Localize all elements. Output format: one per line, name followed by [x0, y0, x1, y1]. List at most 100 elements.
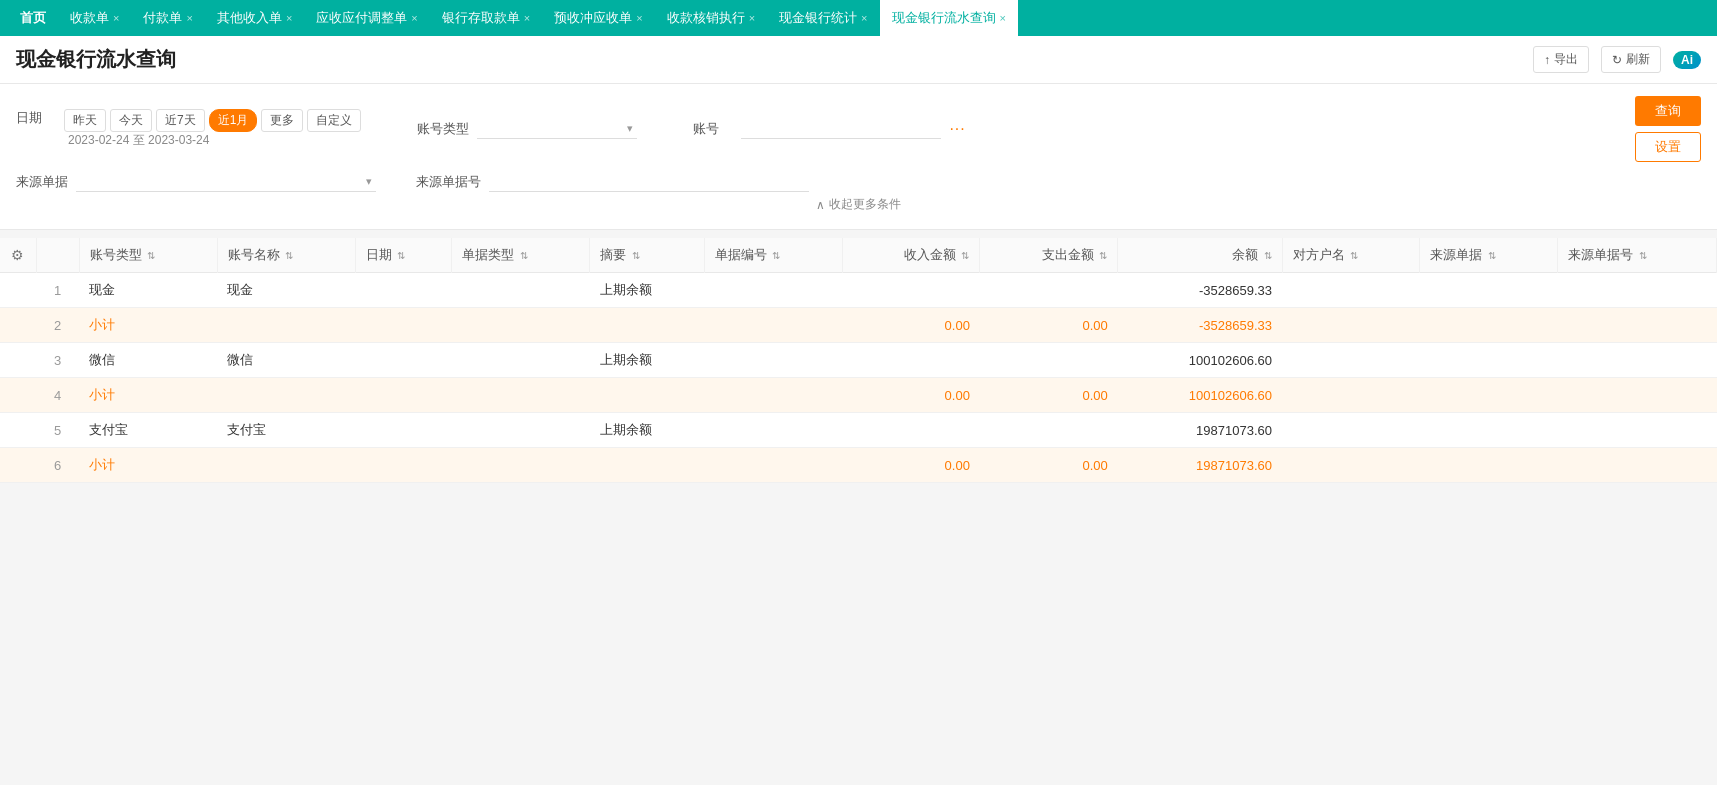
col-balance[interactable]: 余额 ⇅ [1118, 238, 1282, 273]
cell-settings [0, 308, 36, 343]
cell-counterpart [1282, 308, 1420, 343]
main-table: ⚙ 账号类型 ⇅ 账号名称 ⇅ 日期 ⇅ 单据类型 ⇅ [0, 238, 1717, 483]
source-doc-no-label: 来源单据号 [416, 173, 481, 191]
source-doc-select[interactable] [76, 172, 376, 191]
filter-row-2: 来源单据 ▾ 来源单据号 [16, 172, 1701, 192]
col-income[interactable]: 收入金额 ⇅ [842, 238, 980, 273]
sort-account-name: ⇅ [285, 250, 293, 261]
cell-income: 0.00 [842, 308, 980, 343]
cell-doc-no [704, 378, 842, 413]
nav-bank-deposit[interactable]: 银行存取款单 × [430, 0, 542, 36]
cell-counterpart [1282, 273, 1420, 308]
table-row[interactable]: 5 支付宝 支付宝 上期余额 19871073.60 [0, 413, 1717, 448]
collapse-bar[interactable]: ∧ 收起更多条件 [16, 192, 1701, 217]
sort-source-doc: ⇅ [1488, 250, 1496, 261]
cell-income [842, 343, 980, 378]
cell-income [842, 413, 980, 448]
cell-doc-type [452, 413, 590, 448]
cell-doc-no [704, 448, 842, 483]
cell-source-doc-no [1558, 413, 1717, 448]
col-counterpart[interactable]: 对方户名 ⇅ [1282, 238, 1420, 273]
table-row[interactable]: 2 小计 0.00 0.00 -3528659.33 [0, 308, 1717, 343]
table-body: 1 现金 现金 上期余额 -3528659.33 2 小计 0.00 0.00 … [0, 273, 1717, 483]
table-row[interactable]: 3 微信 微信 上期余额 100102606.60 [0, 343, 1717, 378]
date-yesterday[interactable]: 昨天 [64, 109, 106, 132]
col-doc-no[interactable]: 单据编号 ⇅ [704, 238, 842, 273]
export-button[interactable]: ↑ 导出 [1533, 46, 1589, 73]
account-dots-button[interactable]: ··· [949, 120, 965, 138]
date-today[interactable]: 今天 [110, 109, 152, 132]
nav-home[interactable]: 首页 [8, 0, 58, 36]
nav-cash-stat[interactable]: 现金银行统计 × [767, 0, 879, 36]
cell-counterpart [1282, 343, 1420, 378]
cell-summary: 上期余额 [590, 273, 705, 308]
cell-income [842, 273, 980, 308]
nav-collection-close[interactable]: × [749, 0, 755, 36]
cell-balance: 19871073.60 [1118, 413, 1282, 448]
cell-settings [0, 378, 36, 413]
cell-account-type: 现金 [79, 273, 217, 308]
col-date[interactable]: 日期 ⇅ [355, 238, 452, 273]
date-more[interactable]: 更多 [261, 109, 303, 132]
col-settings[interactable]: ⚙ [0, 238, 36, 273]
nav-adjustment-close[interactable]: × [411, 0, 417, 36]
col-doc-type[interactable]: 单据类型 ⇅ [452, 238, 590, 273]
nav-bank-deposit-close[interactable]: × [524, 0, 530, 36]
account-type-select[interactable]: 现金 微信 支付宝 [477, 119, 637, 138]
col-summary[interactable]: 摘要 ⇅ [590, 238, 705, 273]
source-doc-select-wrapper: ▾ [76, 172, 376, 192]
table-row[interactable]: 4 小计 0.00 0.00 100102606.60 [0, 378, 1717, 413]
export-icon: ↑ [1544, 53, 1550, 67]
col-source-doc-no[interactable]: 来源单据号 ⇅ [1558, 238, 1717, 273]
cell-counterpart [1282, 378, 1420, 413]
query-button[interactable]: 查询 [1635, 96, 1701, 126]
date-7days[interactable]: 近7天 [156, 109, 205, 132]
cell-source-doc-no [1558, 448, 1717, 483]
cell-source-doc-no [1558, 378, 1717, 413]
cell-account-type: 小计 [79, 378, 217, 413]
table-container: ⚙ 账号类型 ⇅ 账号名称 ⇅ 日期 ⇅ 单据类型 ⇅ [0, 238, 1717, 483]
nav-cash-flow-close[interactable]: × [1000, 0, 1006, 36]
col-account-type[interactable]: 账号类型 ⇅ [79, 238, 217, 273]
nav-cash-flow[interactable]: 现金银行流水查询 × [880, 0, 1018, 36]
cell-balance: -3528659.33 [1118, 308, 1282, 343]
table-gear-icon[interactable]: ⚙ [11, 247, 24, 263]
nav-receipt-close[interactable]: × [113, 0, 119, 36]
cell-date [355, 413, 452, 448]
cell-doc-type [452, 343, 590, 378]
nav-collection[interactable]: 收款核销执行 × [655, 0, 767, 36]
nav-prepay[interactable]: 预收冲应收单 × [542, 0, 654, 36]
table-row[interactable]: 6 小计 0.00 0.00 19871073.60 [0, 448, 1717, 483]
nav-prepay-close[interactable]: × [636, 0, 642, 36]
nav-adjustment[interactable]: 应收应付调整单 × [304, 0, 429, 36]
nav-other-income-close[interactable]: × [286, 0, 292, 36]
source-doc-no-input[interactable] [489, 172, 809, 192]
sort-income: ⇅ [961, 250, 969, 261]
sort-doc-no: ⇅ [772, 250, 780, 261]
date-custom[interactable]: 自定义 [307, 109, 361, 132]
refresh-button[interactable]: ↻ 刷新 [1601, 46, 1661, 73]
nav-receipt[interactable]: 收款单 × [58, 0, 131, 36]
col-account-name[interactable]: 账号名称 ⇅ [217, 238, 355, 273]
cell-source-doc [1420, 273, 1558, 308]
table-row[interactable]: 1 现金 现金 上期余额 -3528659.33 [0, 273, 1717, 308]
col-source-doc[interactable]: 来源单据 ⇅ [1420, 238, 1558, 273]
nav-cash-stat-close[interactable]: × [861, 0, 867, 36]
date-1month[interactable]: 近1月 [209, 109, 258, 132]
cell-source-doc [1420, 448, 1558, 483]
account-input[interactable] [741, 119, 941, 139]
cell-source-doc [1420, 413, 1558, 448]
nav-other-income[interactable]: 其他收入单 × [205, 0, 304, 36]
page-header: 现金银行流水查询 ↑ 导出 ↻ 刷新 Ai [0, 36, 1717, 84]
collapse-up-icon: ∧ [816, 198, 825, 212]
sort-doc-type: ⇅ [520, 250, 528, 261]
date-filter-group: 日期 昨天 今天 近7天 近1月 更多 自定义 2023-02-24 至 202… [16, 109, 361, 149]
cell-account-type: 小计 [79, 308, 217, 343]
cell-settings [0, 273, 36, 308]
nav-payment[interactable]: 付款单 × [131, 0, 204, 36]
nav-payment-close[interactable]: × [186, 0, 192, 36]
cell-balance: 100102606.60 [1118, 378, 1282, 413]
cell-doc-type [452, 448, 590, 483]
settings-button[interactable]: 设置 [1635, 132, 1701, 162]
col-expense[interactable]: 支出金额 ⇅ [980, 238, 1118, 273]
